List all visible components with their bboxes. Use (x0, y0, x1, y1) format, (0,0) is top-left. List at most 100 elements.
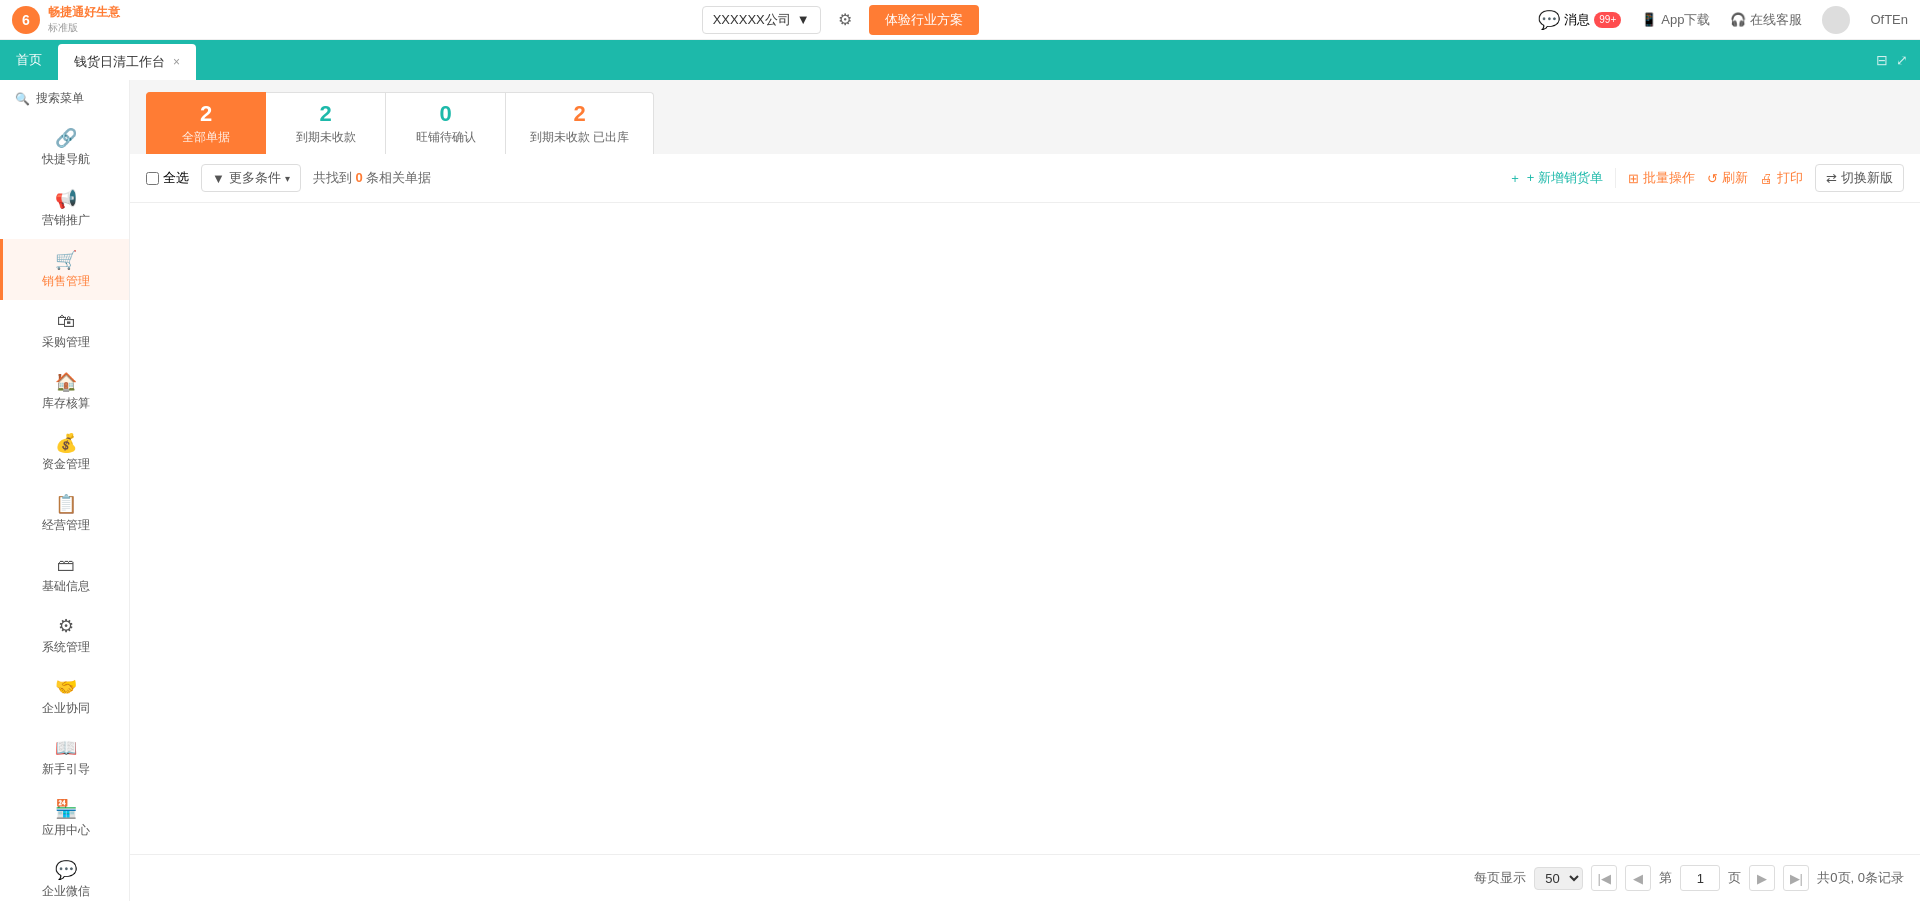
kucun-icon: 🏠 (55, 373, 77, 391)
qiye-icon: 🤝 (55, 678, 77, 696)
switch-icon: ⇄ (1826, 171, 1837, 186)
sidebar-item-yingxiao-label: 营销推广 (42, 212, 90, 229)
top-header: 6 畅捷通好生意 标准版 XXXXXX公司 ▼ ⚙ 体验行业方案 💬 消息 99… (0, 0, 1920, 40)
headset-icon: 🎧 (1730, 12, 1746, 27)
header-center: XXXXXX公司 ▼ ⚙ 体验行业方案 (702, 5, 979, 35)
batch-btn-label: 批量操作 (1643, 169, 1695, 187)
sidebar-item-jichu[interactable]: 🗃 基础信息 (0, 544, 129, 605)
refresh-button[interactable]: ↺ 刷新 (1707, 169, 1748, 187)
print-icon: 🖨 (1760, 171, 1773, 186)
prev-page-button[interactable]: ◀ (1625, 865, 1651, 891)
search-icon: 🔍 (15, 92, 30, 106)
sidebar-item-yingyong-label: 应用中心 (42, 822, 90, 839)
message-button[interactable]: 💬 消息 99+ (1538, 9, 1621, 31)
per-page-select[interactable]: 50 (1534, 867, 1583, 890)
tab-worktable[interactable]: 钱货日清工作台 × (58, 44, 196, 80)
sidebar-item-zijin-label: 资金管理 (42, 456, 90, 473)
sidebar-item-jingying-label: 经营管理 (42, 517, 90, 534)
stat-wangpu-num: 0 (410, 101, 481, 127)
switch-btn-label: 切换新版 (1841, 169, 1893, 187)
sidebar-item-xinshou-label: 新手引导 (42, 761, 90, 778)
select-all-checkbox[interactable]: 全选 (146, 169, 189, 187)
tab-minimize-icon[interactable]: ⊟ (1876, 52, 1888, 68)
found-prefix: 共找到 (313, 170, 352, 185)
sidebar-item-weixin-label: 企业微信 (42, 883, 90, 900)
search-label: 搜索菜单 (36, 90, 84, 107)
message-badge: 99+ (1594, 12, 1621, 28)
online-service-button[interactable]: 🎧 在线客服 (1730, 11, 1802, 29)
caigou-icon: 🛍 (57, 312, 75, 330)
sidebar-item-xitong[interactable]: ⚙ 系统管理 (0, 605, 129, 666)
sidebar-item-xitong-label: 系统管理 (42, 639, 90, 656)
refresh-icon: ↺ (1707, 171, 1718, 186)
app-download-button[interactable]: 📱 App下载 (1641, 11, 1710, 29)
stat-all-num: 2 (171, 101, 241, 127)
tab-expand-icon[interactable]: ⤢ (1896, 52, 1908, 68)
app-download-label: App下载 (1661, 11, 1710, 29)
sidebar-item-yingxiao[interactable]: 📢 营销推广 (0, 178, 129, 239)
jingying-icon: 📋 (55, 495, 77, 513)
sidebar-item-caigou[interactable]: 🛍 采购管理 (0, 300, 129, 361)
toolbar: 全选 ▼ 更多条件 ▾ 共找到 0 条相关单据 + + 新增销货单 ⊞ (130, 154, 1920, 203)
logo-subtitle: 标准版 (48, 21, 120, 35)
filter-button[interactable]: ▼ 更多条件 ▾ (201, 164, 301, 192)
refresh-btn-label: 刷新 (1722, 169, 1748, 187)
found-suffix: 条相关单据 (366, 170, 431, 185)
avatar[interactable] (1822, 6, 1850, 34)
page-input[interactable] (1680, 865, 1720, 891)
add-sale-order-button[interactable]: + + 新增销货单 (1511, 169, 1603, 187)
sidebar-item-xinshou[interactable]: 📖 新手引导 (0, 727, 129, 788)
tab-close-icon[interactable]: × (173, 55, 180, 69)
per-page-label: 每页显示 (1474, 869, 1526, 887)
xinshou-icon: 📖 (55, 739, 77, 757)
sidebar-item-xiaoshou[interactable]: 🛒 销售管理 (0, 239, 129, 300)
stat-shipped-num: 2 (530, 101, 629, 127)
switch-version-button[interactable]: ⇄ 切换新版 (1815, 164, 1904, 192)
stat-shipped-label: 到期未收款 已出库 (530, 129, 629, 146)
toolbar-right: + + 新增销货单 ⊞ 批量操作 ↺ 刷新 🖨 打印 ⇄ (1511, 164, 1904, 192)
tab-home[interactable]: 首页 (0, 40, 58, 80)
sidebar-item-zijin[interactable]: 💰 资金管理 (0, 422, 129, 483)
next-page-button[interactable]: ▶ (1749, 865, 1775, 891)
sidebar-item-kuaijie[interactable]: 🔗 快捷导航 (0, 117, 129, 178)
divider (1615, 168, 1616, 188)
stat-all-label: 全部单据 (171, 129, 241, 146)
weixin-icon: 💬 (55, 861, 77, 879)
settings-button[interactable]: ⚙ (831, 6, 859, 34)
sidebar-item-jingying[interactable]: 📋 经营管理 (0, 483, 129, 544)
filter-icon: ▼ (212, 171, 225, 186)
company-selector[interactable]: XXXXXX公司 ▼ (702, 6, 821, 34)
first-page-icon: |◀ (1598, 871, 1611, 886)
sidebar-item-caigou-label: 采购管理 (42, 334, 90, 351)
sidebar-item-kucun[interactable]: 🏠 库存核算 (0, 361, 129, 422)
sidebar-item-jichu-label: 基础信息 (42, 578, 90, 595)
content-area: 2 全部单据 2 到期未收款 0 旺铺待确认 2 到期未收款 已出库 全选 (130, 80, 1920, 901)
trial-button[interactable]: 体验行业方案 (869, 5, 979, 35)
first-page-button[interactable]: |◀ (1591, 865, 1617, 891)
xiaoshou-icon: 🛒 (55, 251, 77, 269)
batch-icon: ⊞ (1628, 171, 1639, 186)
batch-operation-button[interactable]: ⊞ 批量操作 (1628, 169, 1695, 187)
username[interactable]: OfTEn (1870, 12, 1908, 27)
stat-tab-wangpu[interactable]: 0 旺铺待确认 (386, 92, 506, 154)
print-button[interactable]: 🖨 打印 (1760, 169, 1803, 187)
sidebar-item-yingyong[interactable]: 🏪 应用中心 (0, 788, 129, 849)
sidebar-item-qiye[interactable]: 🤝 企业协同 (0, 666, 129, 727)
company-name: XXXXXX公司 (713, 11, 791, 29)
zijin-icon: 💰 (55, 434, 77, 452)
checkbox-input[interactable] (146, 172, 159, 185)
sidebar-item-weixin[interactable]: 💬 企业微信 (0, 849, 129, 901)
stat-tab-shipped[interactable]: 2 到期未收款 已出库 (506, 92, 654, 154)
next-page-icon: ▶ (1757, 871, 1767, 886)
last-page-icon: ▶| (1790, 871, 1803, 886)
filter-chevron-icon: ▾ (285, 173, 290, 184)
tab-bar: 首页 钱货日清工作台 × ⊟ ⤢ (0, 40, 1920, 80)
stat-tab-all[interactable]: 2 全部单据 (146, 92, 266, 154)
settings-icon: ⚙ (838, 10, 852, 29)
stat-tab-overdue[interactable]: 2 到期未收款 (266, 92, 386, 154)
sidebar-search[interactable]: 🔍 搜索菜单 (0, 80, 129, 117)
select-all-label: 全选 (163, 169, 189, 187)
logo-title: 畅捷通好生意 (48, 4, 120, 21)
plus-icon: + (1511, 171, 1519, 186)
last-page-button[interactable]: ▶| (1783, 865, 1809, 891)
